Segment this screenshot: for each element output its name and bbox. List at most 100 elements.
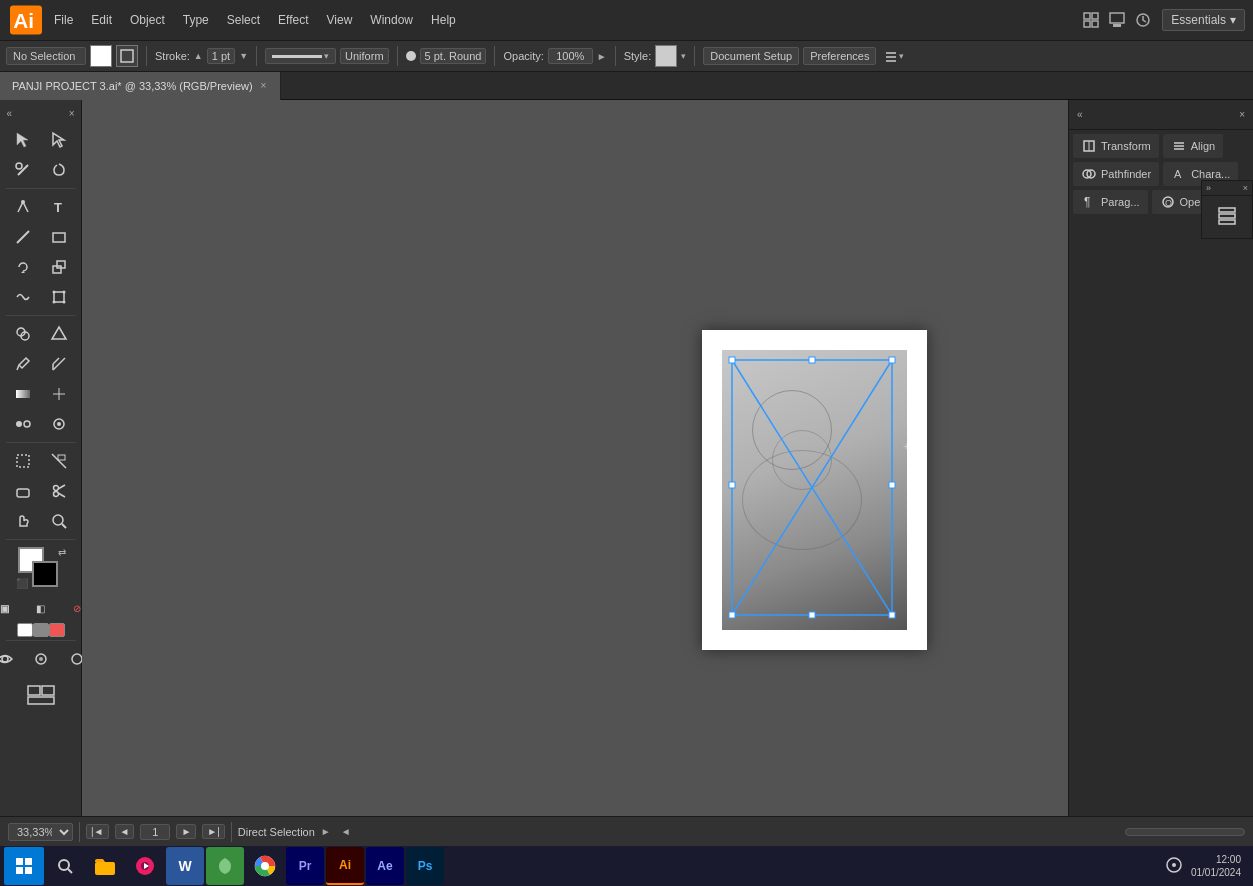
stroke-up-btn[interactable]: ▲ (194, 51, 203, 61)
scissors-tool[interactable] (41, 476, 77, 506)
stroke-swatch[interactable] (32, 561, 58, 587)
screen-mode-gray[interactable] (33, 623, 49, 637)
workspace-icon[interactable] (1106, 9, 1128, 31)
essentials-dropdown[interactable]: Essentials ▾ (1162, 9, 1245, 31)
type-tool[interactable]: T (41, 192, 77, 222)
lasso-tool[interactable] (41, 155, 77, 185)
nav-last-btn[interactable]: ►| (202, 824, 225, 839)
direct-selection-tool[interactable] (41, 125, 77, 155)
layers-icon[interactable] (1215, 204, 1239, 230)
premiere-btn[interactable]: Pr (286, 847, 324, 885)
artboards-icon[interactable] (5, 680, 77, 710)
tab-close-button[interactable]: × (259, 79, 269, 92)
nav-next-btn[interactable]: ► (176, 824, 196, 839)
layers-mini-collapse[interactable]: » (1206, 183, 1211, 193)
menu-select[interactable]: Select (219, 9, 268, 31)
panel-tab-align[interactable]: Align (1163, 134, 1223, 158)
panel-tab-pathfinder[interactable]: Pathfinder (1073, 162, 1159, 186)
status-back-btn[interactable]: ◄ (341, 826, 351, 837)
toolbar-options-btn[interactable]: ▾ (884, 49, 904, 63)
file-explorer-btn[interactable] (86, 847, 124, 885)
blend-tool[interactable] (5, 409, 41, 439)
default-colors-icon[interactable]: ⬛ (16, 578, 28, 589)
panel-close-btn[interactable]: × (1239, 109, 1245, 120)
system-icon[interactable] (1165, 856, 1183, 877)
swap-icon[interactable]: ⇄ (58, 547, 66, 558)
word-btn[interactable]: W (166, 847, 204, 885)
expand-opacity-btn[interactable]: ► (597, 51, 607, 62)
aftereffects-btn[interactable]: Ae (366, 847, 404, 885)
eraser-tool[interactable] (5, 476, 41, 506)
rectangle-tool[interactable] (41, 222, 77, 252)
warp-tool[interactable] (5, 282, 41, 312)
chevron-style-icon[interactable]: ▾ (681, 51, 686, 61)
preferences-button[interactable]: Preferences (803, 47, 876, 65)
symbol-sprayer-tool[interactable] (41, 409, 77, 439)
gradient-tool[interactable] (5, 379, 41, 409)
menu-edit[interactable]: Edit (83, 9, 120, 31)
chrome-btn[interactable] (246, 847, 284, 885)
sync-icon[interactable] (1132, 9, 1154, 31)
stroke-line-preview[interactable]: ▾ (265, 48, 336, 64)
scale-tool[interactable] (41, 252, 77, 282)
toolbar-collapse-btn[interactable]: « (3, 106, 17, 121)
search-button[interactable] (46, 847, 84, 885)
document-setup-button[interactable]: Document Setup (703, 47, 799, 65)
scroll-bar[interactable] (1125, 828, 1245, 836)
page-input[interactable] (140, 824, 170, 840)
menu-help[interactable]: Help (423, 9, 464, 31)
menu-view[interactable]: View (319, 9, 361, 31)
panel-tab-paragraph[interactable]: ¶ Parag... (1073, 190, 1148, 214)
fill-color-swatch[interactable] (90, 45, 112, 67)
slice-tool[interactable] (41, 446, 77, 476)
hand-tool[interactable] (5, 506, 41, 536)
magic-wand-tool[interactable] (5, 155, 41, 185)
line-tool[interactable] (5, 222, 41, 252)
grid-icon[interactable] (1080, 9, 1102, 31)
free-transform-tool[interactable] (41, 282, 77, 312)
document-tab[interactable]: PANJI PROJECT 3.ai* @ 33,33% (RGB/Previe… (0, 72, 281, 100)
stroke-type-dropdown[interactable]: Uniform (340, 48, 389, 64)
color-icon-2[interactable] (23, 644, 59, 674)
measure-tool[interactable] (41, 349, 77, 379)
panel-tab-transform[interactable]: Transform (1073, 134, 1159, 158)
menu-window[interactable]: Window (362, 9, 421, 31)
pen-tool[interactable] (5, 192, 41, 222)
eyedropper-tool[interactable] (5, 349, 41, 379)
view-icon[interactable] (0, 644, 23, 674)
rotate-tool[interactable] (5, 252, 41, 282)
toolbar-close-btn[interactable]: × (65, 106, 79, 121)
stroke-down-btn[interactable]: ▼ (239, 51, 248, 61)
mesh-tool[interactable] (41, 379, 77, 409)
zoom-tool[interactable] (41, 506, 77, 536)
selection-dropdown[interactable]: No Selection (6, 47, 86, 65)
canvas-area[interactable]: edge + (82, 100, 1068, 816)
menu-type[interactable]: Type (175, 9, 217, 31)
nav-first-btn[interactable]: |◄ (86, 824, 109, 839)
layers-mini-close[interactable]: × (1243, 183, 1248, 193)
screen-mode-white[interactable] (17, 623, 33, 637)
start-button[interactable] (4, 847, 44, 885)
artboard-tool[interactable] (5, 446, 41, 476)
stroke-style-btn[interactable] (116, 45, 138, 67)
status-arrow-btn[interactable]: ► (321, 826, 331, 837)
menu-file[interactable]: File (46, 9, 81, 31)
illustrator-taskbar-btn[interactable]: Ai (326, 847, 364, 885)
round-dropdown[interactable]: 5 pt. Round (420, 48, 487, 64)
stroke-value[interactable]: 1 pt (207, 48, 235, 64)
panel-collapse-btn[interactable]: « (1077, 109, 1083, 120)
green-app-btn[interactable] (206, 847, 244, 885)
music-player-btn[interactable] (126, 847, 164, 885)
color-mode-solid[interactable]: ▣ (0, 593, 23, 623)
menu-object[interactable]: Object (122, 9, 173, 31)
style-swatch[interactable] (655, 45, 677, 67)
screen-mode-red[interactable] (49, 623, 65, 637)
photoshop-btn[interactable]: Ps (406, 847, 444, 885)
nav-prev-btn[interactable]: ◄ (115, 824, 135, 839)
selection-tool[interactable] (5, 125, 41, 155)
shape-builder-tool[interactable] (5, 319, 41, 349)
color-mode-gradient[interactable]: ◧ (23, 593, 59, 623)
perspective-tool[interactable] (41, 319, 77, 349)
menu-effect[interactable]: Effect (270, 9, 316, 31)
opacity-input[interactable] (548, 48, 593, 64)
